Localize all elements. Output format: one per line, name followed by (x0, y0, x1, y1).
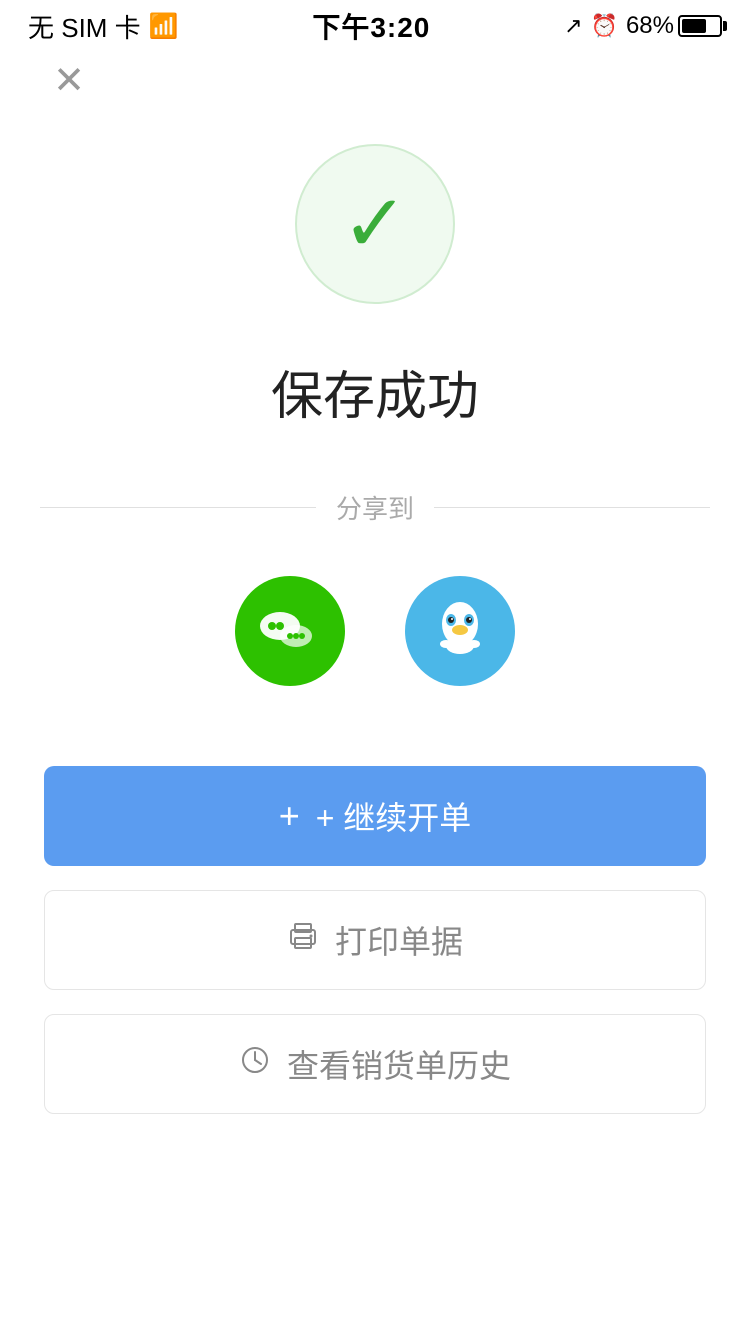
qq-share-button[interactable] (405, 576, 515, 686)
location-icon: ↗ (564, 13, 582, 39)
battery-percent: 68% (626, 12, 674, 40)
battery-container: 68% (626, 12, 722, 40)
status-left: 无 SIM 卡 📶 (28, 8, 179, 45)
print-icon (287, 920, 319, 960)
battery-fill (682, 19, 706, 33)
divider-left (40, 507, 316, 508)
share-label: 分享到 (316, 489, 434, 526)
history-label: 查看销货单历史 (287, 1041, 511, 1087)
close-icon: ✕ (53, 62, 85, 100)
share-icons (235, 576, 515, 686)
wechat-icon (258, 604, 322, 658)
status-bar: 无 SIM 卡 📶 下午3:20 ↗ ⏰ 68% (0, 0, 750, 44)
success-title: 保存成功 (271, 354, 479, 429)
history-icon (239, 1044, 271, 1084)
status-right: ↗ ⏰ 68% (564, 12, 722, 40)
status-time: 下午3:20 (312, 6, 430, 46)
continue-order-button[interactable]: + + 继续开单 (44, 766, 706, 866)
print-label: 打印单据 (335, 917, 463, 963)
divider-right (434, 507, 710, 508)
wechat-share-button[interactable] (235, 576, 345, 686)
alarm-icon: ⏰ (591, 13, 618, 39)
action-buttons: + + 继续开单 打印单据 查看销货单 (0, 766, 750, 1114)
success-circle: ✓ (295, 144, 455, 304)
battery-icon (678, 15, 722, 37)
plus-icon: + (279, 795, 300, 837)
continue-order-label: + 继续开单 (316, 793, 472, 839)
share-divider: 分享到 (0, 489, 750, 526)
history-button[interactable]: 查看销货单历史 (44, 1014, 706, 1114)
qq-icon (428, 596, 492, 666)
close-button[interactable]: ✕ (44, 56, 94, 106)
print-button[interactable]: 打印单据 (44, 890, 706, 990)
sim-text: 无 SIM 卡 (28, 8, 141, 45)
wifi-icon: 📶 (149, 12, 179, 41)
main-content: ✓ 保存成功 分享到 (0, 44, 750, 1114)
check-icon: ✓ (341, 184, 408, 264)
